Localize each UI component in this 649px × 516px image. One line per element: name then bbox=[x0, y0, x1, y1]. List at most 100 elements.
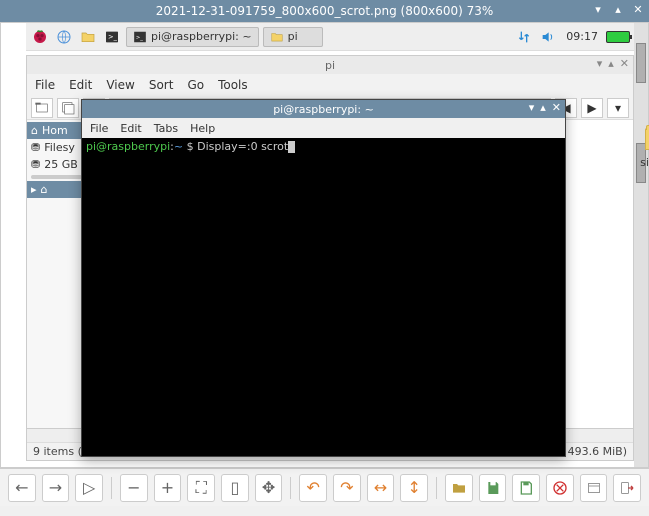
terminal-title: pi@raspberrypi: ~ bbox=[273, 103, 374, 116]
sidebar-item-filesystem[interactable]: ⛃ Filesy bbox=[27, 139, 86, 156]
pager-block bbox=[636, 43, 646, 83]
fm-menu-view[interactable]: View bbox=[106, 78, 134, 92]
term-menu-help[interactable]: Help bbox=[190, 122, 215, 135]
open-button[interactable] bbox=[445, 474, 473, 502]
term-menu-edit[interactable]: Edit bbox=[120, 122, 141, 135]
close-icon[interactable]: ✕ bbox=[552, 101, 561, 114]
sidebar-divider[interactable] bbox=[31, 175, 82, 179]
home-icon: ⌂ bbox=[31, 124, 38, 137]
exit-button[interactable] bbox=[613, 474, 641, 502]
maximize-icon[interactable]: ▴ bbox=[608, 57, 614, 70]
slideshow-button[interactable]: ▷ bbox=[75, 474, 103, 502]
pager-strip bbox=[634, 23, 648, 467]
taskbar-fm-label: pi bbox=[288, 30, 298, 43]
home-icon: ⌂ bbox=[41, 183, 48, 196]
terminal-titlebar[interactable]: pi@raspberrypi: ~ ▾ ▴ ✕ bbox=[82, 100, 565, 118]
flip-vertical-button[interactable]: ↕ bbox=[400, 474, 428, 502]
terminal-icon: >_ bbox=[133, 30, 147, 44]
zoom-in-button[interactable]: + bbox=[154, 474, 182, 502]
drive-icon: ⛃ bbox=[31, 158, 40, 171]
preferences-button[interactable] bbox=[580, 474, 608, 502]
raspberry-menu-icon[interactable] bbox=[30, 27, 50, 47]
term-menu-tabs[interactable]: Tabs bbox=[154, 122, 178, 135]
terminal-body[interactable]: pi@raspberrypi:~ $ Display=:0 scrot bbox=[82, 138, 565, 456]
fm-menu-file[interactable]: File bbox=[35, 78, 55, 92]
sidebar-item-disk[interactable]: ⛃ 25 GB bbox=[27, 156, 86, 173]
taskbar-terminal-label: pi@raspberrypi: ~ bbox=[151, 30, 252, 43]
fm-menu-bar: File Edit View Sort Go Tools bbox=[27, 74, 633, 96]
maximize-icon[interactable]: ▴ bbox=[540, 101, 546, 114]
battery-icon[interactable] bbox=[606, 31, 630, 43]
viewer-content: >_ >_ pi@raspberrypi: ~ pi 09:17 pi ▾ ▴ … bbox=[0, 22, 649, 468]
terminal-command: Display=:0 scrot bbox=[194, 140, 289, 153]
prompt-user: pi@raspberrypi bbox=[86, 140, 170, 153]
viewer-toolbar: ← → ▷ − + ⛶ ▯ ✥ ↶ ↷ ↔ ↕ bbox=[0, 468, 649, 506]
minimize-icon[interactable]: ▾ bbox=[597, 57, 603, 70]
volume-icon[interactable] bbox=[538, 27, 558, 47]
fm-menu-edit[interactable]: Edit bbox=[69, 78, 92, 92]
zoom-out-button[interactable]: − bbox=[120, 474, 148, 502]
toolbar-separator bbox=[290, 477, 291, 499]
sidebar-item-tree[interactable]: ▸ ⌂ bbox=[27, 181, 86, 198]
folder-icon bbox=[270, 30, 284, 44]
new-tab-button[interactable] bbox=[31, 98, 53, 118]
network-icon[interactable] bbox=[514, 27, 534, 47]
close-icon[interactable]: ✕ bbox=[631, 2, 645, 16]
fm-menu-tools[interactable]: Tools bbox=[218, 78, 248, 92]
terminal-window-controls: ▾ ▴ ✕ bbox=[529, 101, 561, 114]
close-icon[interactable]: ✕ bbox=[620, 57, 629, 70]
zoom-fit-button[interactable]: ⛶ bbox=[187, 474, 215, 502]
sidebar-item-home[interactable]: ⌂ Hom bbox=[27, 122, 86, 139]
web-browser-icon[interactable] bbox=[54, 27, 74, 47]
rotate-left-button[interactable]: ↶ bbox=[299, 474, 327, 502]
viewer-titlebar: 2021-12-31-091759_800x600_scrot.png (800… bbox=[0, 0, 649, 22]
save-button[interactable] bbox=[479, 474, 507, 502]
prompt-dollar: $ bbox=[183, 140, 194, 153]
zoom-original-button[interactable]: ▯ bbox=[221, 474, 249, 502]
drive-icon: ⛃ bbox=[31, 141, 40, 154]
clock[interactable]: 09:17 bbox=[562, 30, 602, 43]
history-button[interactable]: ▾ bbox=[607, 98, 629, 118]
minimize-icon[interactable]: ▾ bbox=[529, 101, 535, 114]
terminal-launcher-icon[interactable]: >_ bbox=[102, 27, 122, 47]
delete-button[interactable] bbox=[546, 474, 574, 502]
term-menu-file[interactable]: File bbox=[90, 122, 108, 135]
fullscreen-button[interactable]: ✥ bbox=[255, 474, 283, 502]
fm-titlebar: pi ▾ ▴ ✕ bbox=[27, 56, 633, 74]
svg-text:>_: >_ bbox=[136, 34, 143, 40]
terminal-menu-bar: File Edit Tabs Help bbox=[82, 118, 565, 138]
fm-sidebar: ⌂ Hom ⛃ Filesy ⛃ 25 GB ▸ ⌂ bbox=[27, 120, 87, 428]
fm-title: pi bbox=[325, 59, 335, 72]
fm-menu-go[interactable]: Go bbox=[187, 78, 204, 92]
sidebar-home-label: Hom bbox=[42, 124, 68, 137]
desktop-panel: >_ >_ pi@raspberrypi: ~ pi 09:17 bbox=[26, 23, 634, 51]
save-as-button[interactable] bbox=[512, 474, 540, 502]
folder-item-sic[interactable]: sic bbox=[640, 156, 649, 169]
forward-button[interactable]: ▶ bbox=[581, 98, 603, 118]
folder-label: sic bbox=[640, 156, 649, 169]
prompt-path: ~ bbox=[174, 140, 183, 153]
fm-menu-sort[interactable]: Sort bbox=[149, 78, 174, 92]
terminal-window: pi@raspberrypi: ~ ▾ ▴ ✕ File Edit Tabs H… bbox=[81, 99, 566, 457]
minimize-icon[interactable]: ▾ bbox=[591, 2, 605, 16]
toolbar-separator bbox=[436, 477, 437, 499]
taskbar-button-terminal[interactable]: >_ pi@raspberrypi: ~ bbox=[126, 27, 259, 47]
new-window-button[interactable] bbox=[57, 98, 79, 118]
flip-horizontal-button[interactable]: ↔ bbox=[367, 474, 395, 502]
file-manager-icon[interactable] bbox=[78, 27, 98, 47]
chevron-right-icon: ▸ bbox=[31, 183, 37, 196]
maximize-icon[interactable]: ▴ bbox=[611, 2, 625, 16]
svg-text:>_: >_ bbox=[108, 33, 118, 41]
sidebar-disk-label: 25 GB bbox=[44, 158, 78, 171]
viewer-title: 2021-12-31-091759_800x600_scrot.png (800… bbox=[156, 4, 494, 18]
viewer-window-controls: ▾ ▴ ✕ bbox=[591, 2, 645, 16]
folder-item-partial[interactable] bbox=[645, 128, 649, 150]
next-image-button[interactable]: → bbox=[42, 474, 70, 502]
rotate-right-button[interactable]: ↷ bbox=[333, 474, 361, 502]
sidebar-filesys-label: Filesy bbox=[44, 141, 75, 154]
cursor bbox=[288, 141, 295, 153]
taskbar-button-filemanager[interactable]: pi bbox=[263, 27, 323, 47]
toolbar-separator bbox=[111, 477, 112, 499]
prev-image-button[interactable]: ← bbox=[8, 474, 36, 502]
fm-window-controls: ▾ ▴ ✕ bbox=[597, 57, 629, 70]
